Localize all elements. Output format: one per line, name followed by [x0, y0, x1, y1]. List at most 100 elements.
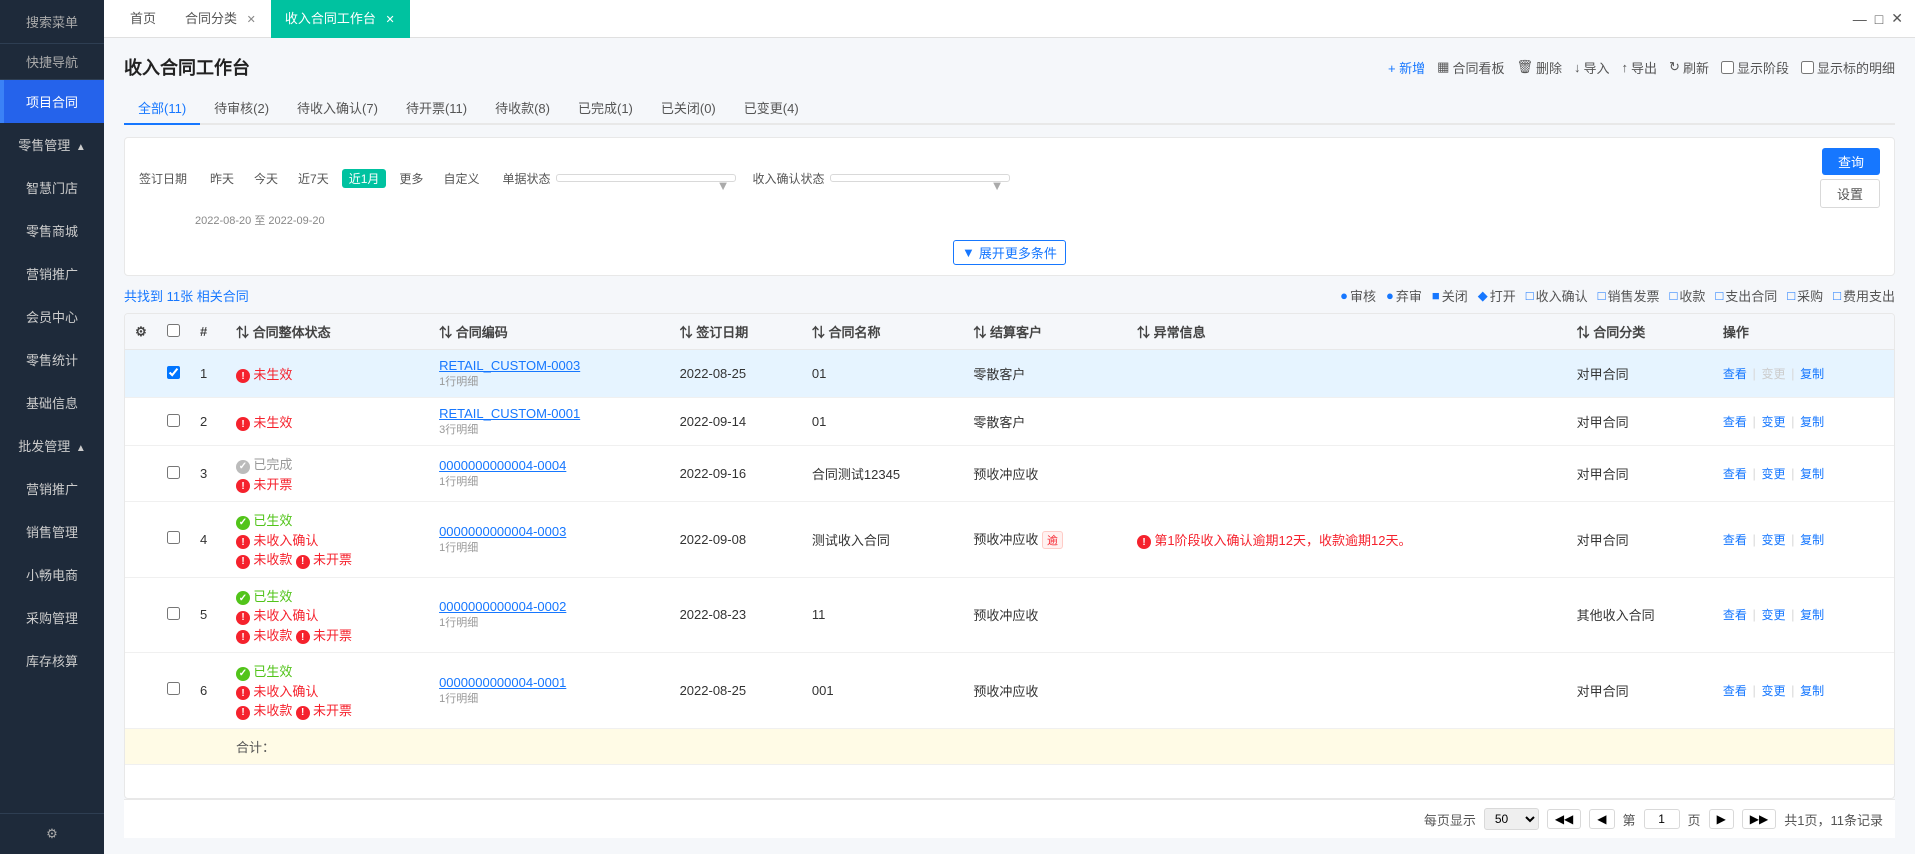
- status-tab-pending-payment[interactable]: 待收款(8): [481, 92, 564, 125]
- sidebar-item-sales-mgmt[interactable]: 销售管理: [0, 510, 104, 553]
- row5-check[interactable]: [167, 607, 180, 620]
- income-confirm-select[interactable]: ▼: [830, 174, 1010, 182]
- show-details-input[interactable]: [1801, 61, 1814, 74]
- sidebar-item-marketing2[interactable]: 营销推广: [0, 467, 104, 510]
- last-page-button[interactable]: ▶▶: [1742, 809, 1776, 829]
- close-button[interactable]: ✕: [1891, 10, 1903, 27]
- date-last7[interactable]: 近7天: [291, 169, 336, 188]
- row4-code-link[interactable]: 0000000000004-0003: [439, 524, 566, 539]
- col-category[interactable]: ⇅ 合同分类: [1567, 314, 1713, 350]
- row3-check[interactable]: [167, 466, 180, 479]
- row4-check[interactable]: [167, 531, 180, 544]
- row6-copy[interactable]: 复制: [1800, 684, 1824, 698]
- row4-copy[interactable]: 复制: [1800, 533, 1824, 547]
- show-details-checkbox[interactable]: 显示标的明细: [1801, 58, 1895, 77]
- sidebar-item-project[interactable]: 项目合同: [0, 80, 104, 123]
- sidebar-quick-nav[interactable]: 快捷导航: [0, 44, 104, 80]
- row6-checkbox[interactable]: [157, 653, 190, 729]
- row4-checkbox[interactable]: [157, 502, 190, 578]
- row5-code-link[interactable]: 0000000000004-0002: [439, 599, 566, 614]
- page-size-select[interactable]: 50 100: [1484, 808, 1539, 830]
- sidebar-search[interactable]: 搜索菜单: [0, 0, 104, 44]
- row2-view[interactable]: 查看: [1723, 415, 1747, 429]
- action-purchase[interactable]: □ 采购: [1787, 286, 1823, 305]
- status-tab-changed[interactable]: 已变更(4): [730, 92, 813, 125]
- date-last1m[interactable]: 近1月: [342, 169, 387, 188]
- action-expense-out[interactable]: □ 支出合同: [1715, 286, 1777, 305]
- row5-checkbox[interactable]: [157, 577, 190, 653]
- row3-code-link[interactable]: 0000000000004-0004: [439, 458, 566, 473]
- row1-view[interactable]: 查看: [1723, 367, 1747, 381]
- row3-checkbox[interactable]: [157, 446, 190, 502]
- action-abandon[interactable]: ● 弃审: [1386, 286, 1422, 305]
- sidebar-settings[interactable]: ⚙: [0, 813, 104, 854]
- row3-edit[interactable]: 变更: [1762, 467, 1786, 481]
- sidebar-item-inventory[interactable]: 库存核算: [0, 639, 104, 682]
- doc-status-select[interactable]: ▼: [556, 174, 736, 182]
- status-tab-closed[interactable]: 已关闭(0): [647, 92, 730, 125]
- status-tab-pending-invoice[interactable]: 待开票(11): [392, 92, 481, 125]
- col-sign-date[interactable]: ⇅ 签订日期: [670, 314, 802, 350]
- row1-code-link[interactable]: RETAIL_CUSTOM-0003: [439, 358, 580, 373]
- status-tab-pending-review[interactable]: 待审核(2): [200, 92, 283, 125]
- col-abnormal[interactable]: ⇅ 异常信息: [1127, 314, 1567, 350]
- row1-checkbox[interactable]: [157, 350, 190, 398]
- sidebar-item-wholesale[interactable]: 批发管理 ▲: [0, 424, 104, 467]
- row4-view[interactable]: 查看: [1723, 533, 1747, 547]
- date-yesterday[interactable]: 昨天: [203, 169, 241, 188]
- action-sales-invoice[interactable]: □ 销售发票: [1598, 286, 1660, 305]
- row3-copy[interactable]: 复制: [1800, 467, 1824, 481]
- col-checkbox[interactable]: [157, 314, 190, 350]
- col-status[interactable]: ⇅ 合同整体状态: [226, 314, 429, 350]
- row5-edit[interactable]: 变更: [1762, 608, 1786, 622]
- action-payment[interactable]: □ 收款: [1670, 286, 1706, 305]
- minimize-button[interactable]: —: [1853, 11, 1867, 27]
- action-close[interactable]: ■ 关闭: [1432, 286, 1468, 305]
- row6-edit[interactable]: 变更: [1762, 684, 1786, 698]
- col-customer[interactable]: ⇅ 结算客户: [963, 314, 1127, 350]
- expand-conditions-button[interactable]: ▼ 展开更多条件: [953, 240, 1066, 265]
- sidebar-item-member-center[interactable]: 会员中心: [0, 295, 104, 338]
- row5-copy[interactable]: 复制: [1800, 608, 1824, 622]
- tab-contract-type-close[interactable]: ✕: [247, 14, 256, 26]
- sidebar-item-xiao-chang[interactable]: 小畅电商: [0, 553, 104, 596]
- sidebar-item-marketing[interactable]: 营销推广: [0, 252, 104, 295]
- page-number-input[interactable]: [1644, 809, 1680, 829]
- action-expense-pay[interactable]: □ 费用支出: [1833, 286, 1895, 305]
- sidebar-item-retail-mgmt[interactable]: 零售管理 ▲: [0, 123, 104, 166]
- date-custom[interactable]: 自定义: [436, 169, 486, 188]
- tab-home[interactable]: 首页: [116, 0, 171, 38]
- status-tab-completed[interactable]: 已完成(1): [564, 92, 647, 125]
- status-tab-all[interactable]: 全部(11): [124, 92, 200, 125]
- row1-check[interactable]: [167, 366, 180, 379]
- show-segments-checkbox[interactable]: 显示阶段: [1721, 58, 1789, 77]
- row4-edit[interactable]: 变更: [1762, 533, 1786, 547]
- sidebar-item-basic-info[interactable]: 基础信息: [0, 381, 104, 424]
- row6-view[interactable]: 查看: [1723, 684, 1747, 698]
- import-button[interactable]: ↓ 导入: [1574, 58, 1610, 77]
- row2-code-link[interactable]: RETAIL_CUSTOM-0001: [439, 406, 580, 421]
- col-settings[interactable]: ⚙: [125, 314, 157, 350]
- refresh-button[interactable]: ↻ 刷新: [1669, 58, 1709, 77]
- show-segments-input[interactable]: [1721, 61, 1734, 74]
- action-open[interactable]: ◆ 打开: [1478, 286, 1516, 305]
- row6-code-link[interactable]: 0000000000004-0001: [439, 675, 566, 690]
- next-page-button[interactable]: ▶: [1709, 809, 1734, 829]
- row5-view[interactable]: 查看: [1723, 608, 1747, 622]
- sidebar-item-purchase[interactable]: 采购管理: [0, 596, 104, 639]
- sidebar-item-retail-stat[interactable]: 零售统计: [0, 338, 104, 381]
- prev-page-button[interactable]: ◀: [1589, 809, 1614, 829]
- contract-board-button[interactable]: ▦ 合同看板: [1437, 58, 1504, 77]
- row2-check[interactable]: [167, 414, 180, 427]
- row6-check[interactable]: [167, 682, 180, 695]
- action-review[interactable]: ● 审核: [1340, 286, 1376, 305]
- status-tab-pending-income[interactable]: 待收入确认(7): [283, 92, 392, 125]
- sidebar-item-retail-mall[interactable]: 零售商城: [0, 209, 104, 252]
- date-more[interactable]: 更多: [392, 169, 430, 188]
- tab-income-workbench[interactable]: 收入合同工作台 ✕: [271, 0, 410, 38]
- delete-button[interactable]: 🗑 删除: [1516, 58, 1562, 77]
- row2-edit[interactable]: 变更: [1762, 415, 1786, 429]
- sidebar-item-smart-store[interactable]: 智慧门店: [0, 166, 104, 209]
- col-name[interactable]: ⇅ 合同名称: [802, 314, 963, 350]
- setting-button[interactable]: 设置: [1820, 179, 1880, 208]
